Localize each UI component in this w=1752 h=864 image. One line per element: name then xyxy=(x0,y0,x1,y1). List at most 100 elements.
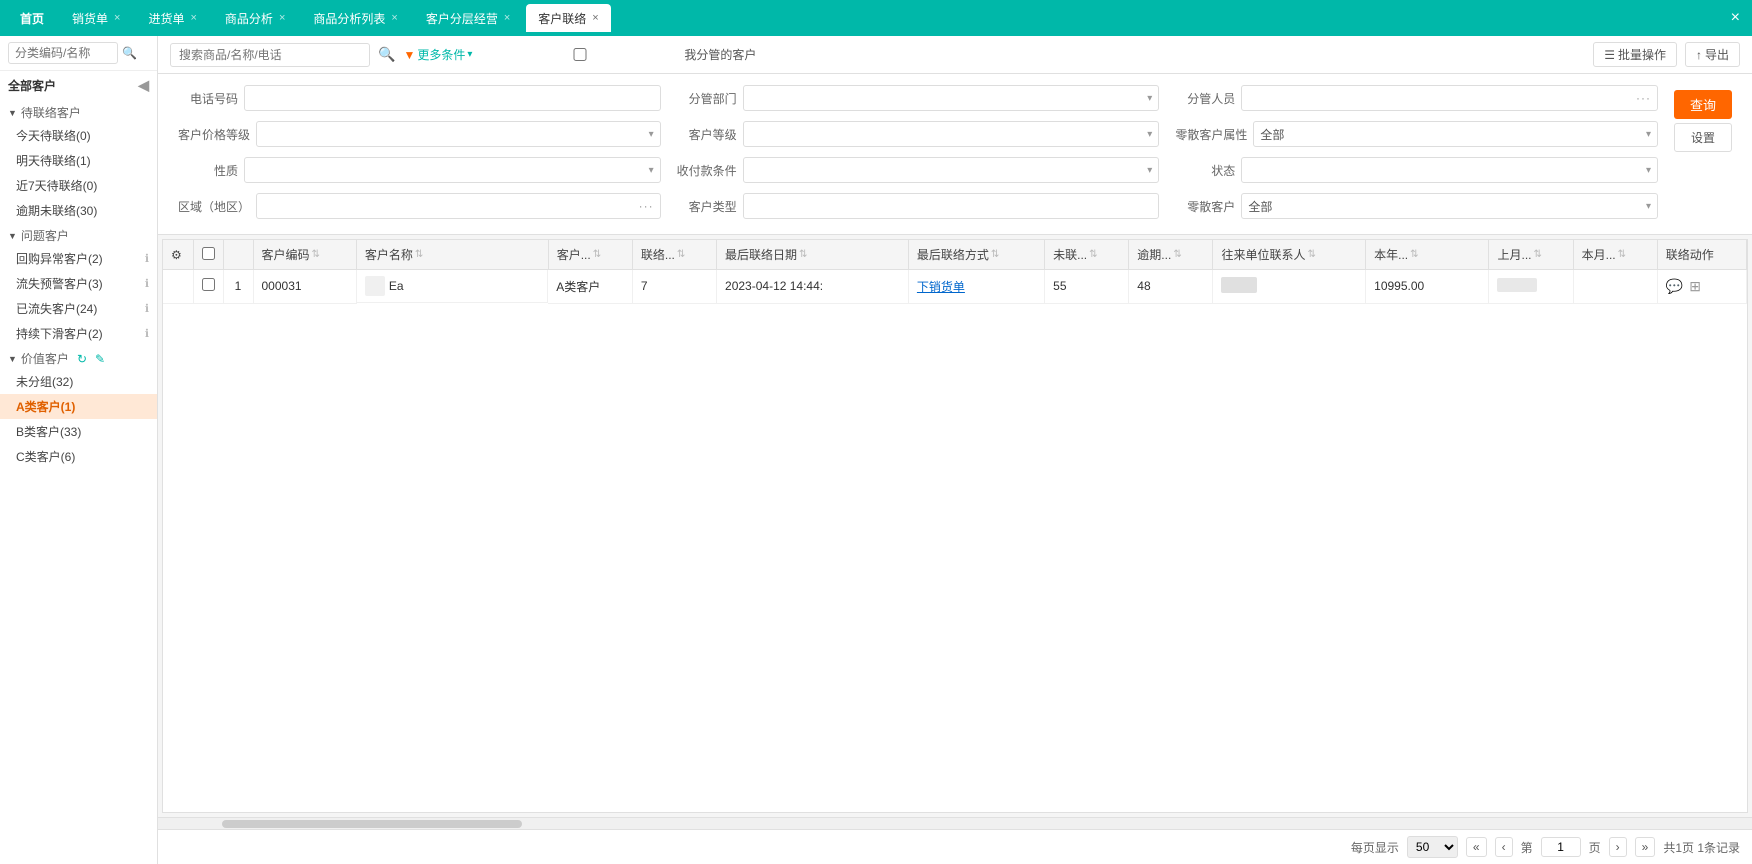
settings-icon[interactable]: ⚙ xyxy=(171,248,182,262)
overdue-sort-icon: ⇅ xyxy=(1173,249,1181,260)
nav-tab-sales-close[interactable]: × xyxy=(114,12,120,24)
col-customer-type[interactable]: 客户...⇅ xyxy=(548,240,632,270)
my-customers-checkbox-label[interactable]: 我分管的客户 xyxy=(480,46,756,63)
contact-action-icon[interactable]: 💬 xyxy=(1666,278,1683,295)
horizontal-scrollbar[interactable] xyxy=(158,817,1752,829)
thismonth-sort-icon: ⇅ xyxy=(1618,249,1626,260)
payment-select[interactable]: ▾ xyxy=(743,157,1160,183)
row-checkbox[interactable] xyxy=(202,278,215,291)
sidebar-item-tomorrow[interactable]: 明天待联络(1) xyxy=(0,148,157,173)
row-last-date: 2023-04-12 14:44: xyxy=(725,279,823,293)
col-name[interactable]: 客户名称⇅ xyxy=(356,240,548,270)
sidebar-item-overdue[interactable]: 逾期未联络(30) xyxy=(0,198,157,223)
sidebar-item-declining[interactable]: 持续下滑客户(2) ℹ xyxy=(0,321,157,346)
nav-tab-product-list-close[interactable]: × xyxy=(391,12,397,24)
retail-customer-select[interactable]: 全部 ▾ xyxy=(1241,193,1658,219)
next-page-button[interactable]: › xyxy=(1609,837,1627,857)
col-select-all[interactable] xyxy=(193,240,223,270)
export-button[interactable]: ↑ 导出 xyxy=(1685,42,1740,67)
col-num xyxy=(223,240,253,270)
phone-input[interactable] xyxy=(244,85,661,111)
sidebar-item-repurchase-abnormal[interactable]: 回购异常客户(2) ℹ xyxy=(0,246,157,271)
qr-action-icon[interactable]: ⊞ xyxy=(1689,278,1701,295)
nav-tab-product-list[interactable]: 商品分析列表 × xyxy=(301,4,409,32)
col-no-contact[interactable]: 未联...⇅ xyxy=(1045,240,1129,270)
nav-tab-customer-contact-close[interactable]: × xyxy=(592,12,598,24)
query-button[interactable]: 查询 xyxy=(1674,90,1732,119)
col-contact-count[interactable]: 联络...⇅ xyxy=(632,240,716,270)
status-select[interactable]: ▾ xyxy=(1241,157,1658,183)
sidebar-item-week[interactable]: 近7天待联络(0) xyxy=(0,173,157,198)
person-sort-icon: ⇅ xyxy=(1307,249,1315,260)
sidebar-search-input[interactable] xyxy=(8,42,118,64)
payment-label: 收付款条件 xyxy=(677,162,737,179)
setting-button[interactable]: 设置 xyxy=(1674,123,1732,152)
nature-select[interactable]: ▾ xyxy=(244,157,661,183)
sidebar-item-ungrouped[interactable]: 未分组(32) xyxy=(0,369,157,394)
td-last-method[interactable]: 下销货单 xyxy=(908,270,1044,304)
person-dots-icon[interactable]: ··· xyxy=(1636,91,1651,105)
class-b-label: B类客户(33) xyxy=(16,423,149,440)
sidebar-search-icon[interactable]: 🔍 xyxy=(122,46,137,60)
retail-attr-select[interactable]: 全部 ▾ xyxy=(1253,121,1658,147)
td-year-amount: 10995.00 xyxy=(1366,270,1489,304)
nav-tab-product-analysis-close[interactable]: × xyxy=(279,12,285,24)
prev-page-button[interactable]: ‹ xyxy=(1495,837,1513,857)
col-last-contact-date[interactable]: 最后联络日期⇅ xyxy=(717,240,909,270)
close-all-tabs-button[interactable]: × xyxy=(1731,9,1740,27)
nav-tab-home[interactable]: 首页 xyxy=(8,4,56,32)
col-last-contact-method[interactable]: 最后联络方式⇅ xyxy=(908,240,1044,270)
region-input[interactable]: ··· xyxy=(256,193,661,219)
search-input[interactable] xyxy=(170,43,370,67)
more-filters-button[interactable]: ▼ 更多条件 ▾ xyxy=(403,46,472,63)
search-button[interactable]: 🔍 xyxy=(378,46,395,63)
value-refresh-icon[interactable]: ↻ xyxy=(77,352,87,366)
col-year-amount[interactable]: 本年...⇅ xyxy=(1366,240,1489,270)
page-suffix-label: 页 xyxy=(1589,839,1601,856)
col-last-month[interactable]: 上月...⇅ xyxy=(1489,240,1573,270)
select-all-checkbox[interactable] xyxy=(202,247,215,260)
nav-tab-purchase[interactable]: 进货单 × xyxy=(136,4,208,32)
col-contact-person[interactable]: 往来单位联系人⇅ xyxy=(1213,240,1366,270)
sidebar-item-class-c[interactable]: C类客户(6) xyxy=(0,444,157,469)
nav-tab-customer-segment[interactable]: 客户分层经营 × xyxy=(414,4,522,32)
td-name[interactable]: Ea xyxy=(357,270,548,303)
customer-type-input[interactable] xyxy=(743,193,1160,219)
col-code[interactable]: 客户编码⇅ xyxy=(253,240,356,270)
first-page-button[interactable]: « xyxy=(1466,837,1487,857)
all-customers-header[interactable]: 全部客户 ◀ xyxy=(0,71,157,100)
nav-tab-product-analysis[interactable]: 商品分析 × xyxy=(213,4,297,32)
today-label: 今天待联络(0) xyxy=(16,127,149,144)
td-checkbox[interactable] xyxy=(193,270,223,304)
name-sort-icon: ⇅ xyxy=(415,249,423,260)
row-last-method[interactable]: 下销货单 xyxy=(917,280,965,294)
nav-tab-customer-segment-close[interactable]: × xyxy=(504,12,510,24)
sidebar-item-class-b[interactable]: B类客户(33) xyxy=(0,419,157,444)
customer-level-select[interactable]: ▾ xyxy=(743,121,1160,147)
value-edit-icon[interactable]: ✎ xyxy=(95,352,105,366)
department-select[interactable]: ▾ xyxy=(743,85,1160,111)
td-type: A类客户 xyxy=(548,270,632,304)
my-customers-checkbox[interactable] xyxy=(480,48,680,61)
sidebar-item-class-a[interactable]: A类客户(1) xyxy=(0,394,157,419)
nav-tab-home-label: 首页 xyxy=(20,10,44,27)
col-this-month[interactable]: 本月...⇅ xyxy=(1573,240,1657,270)
sidebar-item-churned[interactable]: 已流失客户(24) ℹ xyxy=(0,296,157,321)
nav-tab-purchase-close[interactable]: × xyxy=(190,12,196,24)
last-page-button[interactable]: » xyxy=(1635,837,1656,857)
scrollbar-thumb[interactable] xyxy=(222,820,522,828)
per-page-select[interactable]: 50 100 200 xyxy=(1407,836,1458,858)
customer-avatar xyxy=(365,276,385,296)
col-overdue[interactable]: 逾期...⇅ xyxy=(1129,240,1213,270)
region-dots-icon[interactable]: ··· xyxy=(639,199,654,213)
person-input[interactable]: ··· xyxy=(1241,85,1658,111)
nav-tab-sales[interactable]: 销货单 × xyxy=(60,4,132,32)
sidebar-item-churn-warning[interactable]: 流失预警客户(3) ℹ xyxy=(0,271,157,296)
price-level-select[interactable]: ▾ xyxy=(256,121,661,147)
year-sort-icon: ⇅ xyxy=(1410,249,1418,260)
batch-ops-button[interactable]: ☰ 批量操作 xyxy=(1593,42,1677,67)
page-number-input[interactable] xyxy=(1541,837,1581,857)
sidebar-item-today[interactable]: 今天待联络(0) xyxy=(0,123,157,148)
nav-tab-customer-contact[interactable]: 客户联络 × xyxy=(526,4,610,32)
col-settings[interactable]: ⚙ xyxy=(163,240,193,270)
